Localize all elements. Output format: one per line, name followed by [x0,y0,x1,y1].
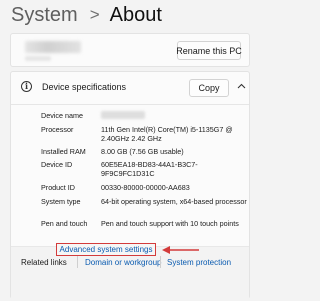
related-links-label: Related links [21,258,67,267]
breadcrumb: System > About [11,4,162,27]
pc-model-redacted [25,56,51,61]
pc-name-redacted [25,41,81,53]
chevron-up-icon[interactable] [237,81,246,91]
domain-or-workgroup-link[interactable]: Domain or workgroup [85,258,161,267]
spec-label: Device name [41,111,83,120]
spec-label: Installed RAM [41,147,86,156]
device-specifications-card: i Device specifications Copy Device name… [10,71,250,301]
spec-value: Pen and touch support with 10 touch poin… [101,219,239,228]
copy-button[interactable]: Copy [189,79,229,97]
spec-label: Processor [41,125,74,134]
device-specifications-title: Device specifications [42,82,127,92]
pc-name-card: Rename this PC [10,33,250,67]
spec-value: 11th Gen Intel(R) Core(TM) i5-1135G7 @ 2… [101,125,233,143]
system-protection-link[interactable]: System protection [167,258,231,267]
spec-value: 60E5EA18-BD83-44A1-B3C7-9F9C9FC1D31C [101,160,198,178]
rename-pc-button[interactable]: Rename this PC [176,41,242,60]
info-icon: i [21,81,32,92]
spec-value: 00330-80000-00000-AA683 [101,183,190,192]
device-specifications-header[interactable]: i Device specifications Copy [11,72,249,105]
spec-value: 8.00 GB (7.56 GB usable) [101,147,184,156]
spec-value: 64-bit operating system, x64-based proce… [101,197,247,206]
spec-label: Product ID [41,183,75,192]
chevron-right-icon: > [89,4,100,24]
breadcrumb-system[interactable]: System [11,4,78,27]
spec-label: Device ID [41,160,73,169]
page-title: About [109,4,162,26]
spec-label: Pen and touch [41,219,88,228]
divider [160,256,161,268]
divider [77,256,78,268]
spec-label: System type [41,197,81,206]
highlight-arrow-icon [162,246,199,254]
advanced-system-settings-link[interactable]: Advanced system settings [56,243,156,256]
